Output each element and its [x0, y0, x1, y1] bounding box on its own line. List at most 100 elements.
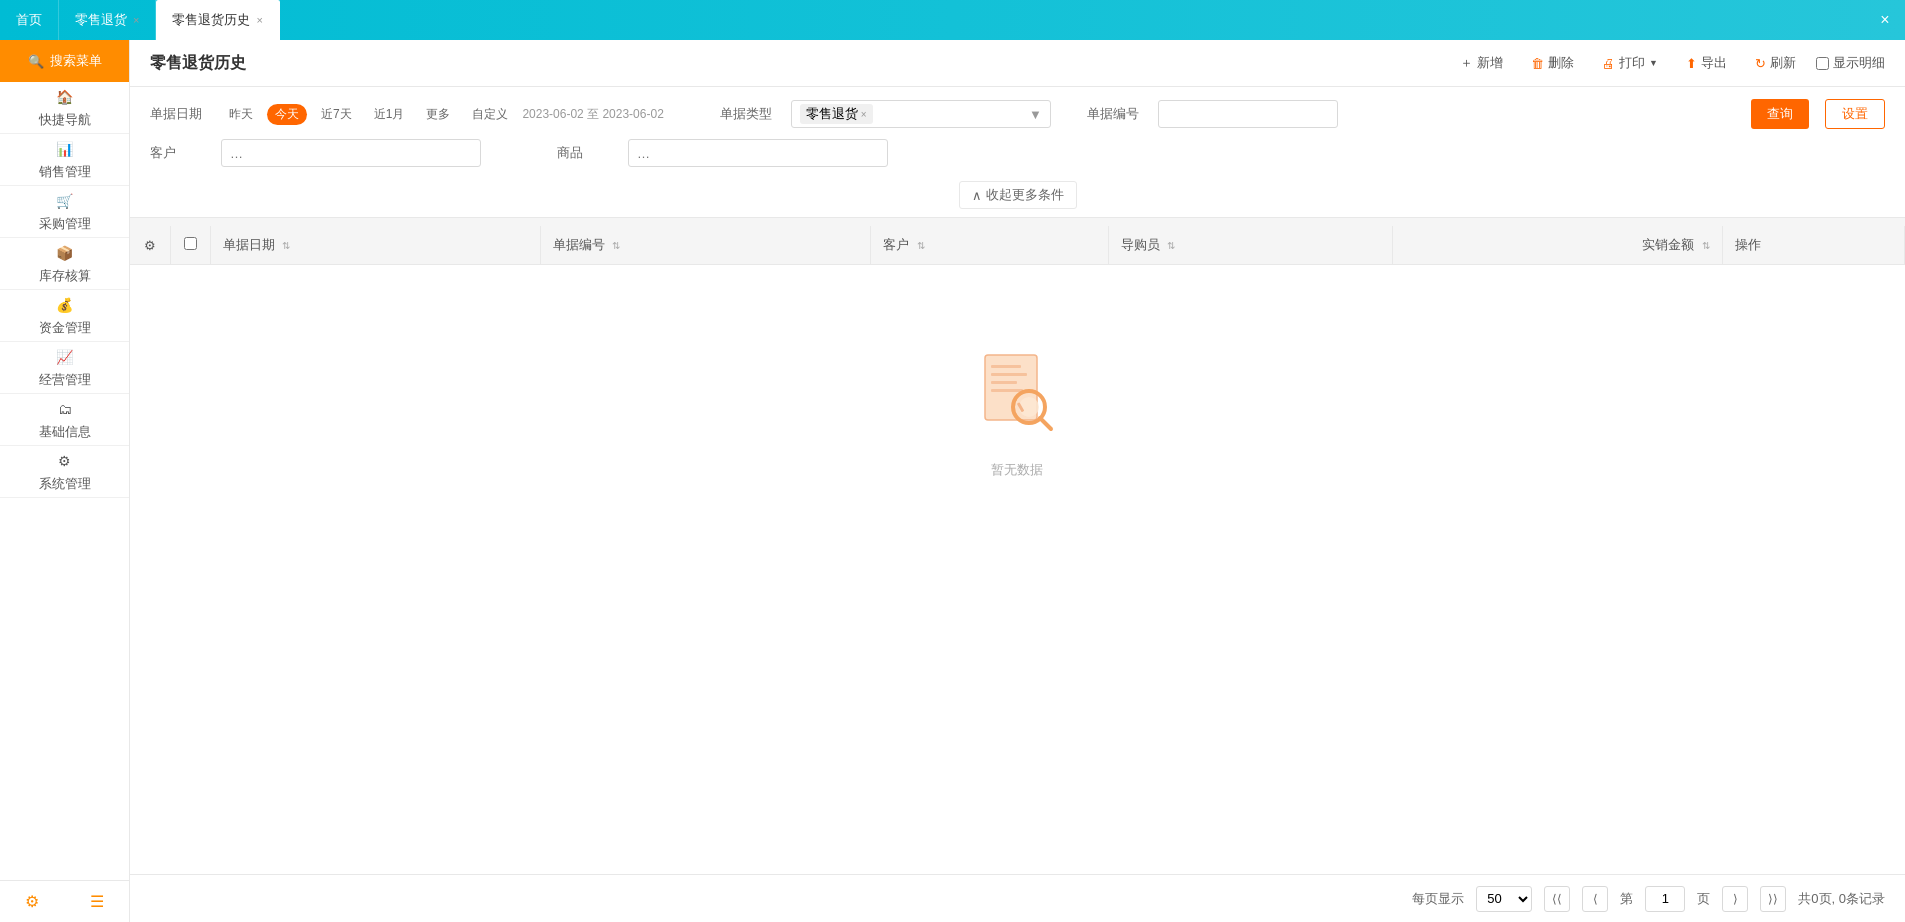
sidebar-search[interactable]: 🔍 搜索菜单 — [0, 40, 129, 82]
main-layout: 🔍 搜索菜单 🏠 快捷导航 📊 销售管理 🛒 采购管理 📦 库存核算 💰 — [0, 40, 1905, 922]
data-table: ⚙ 单据日期 ⇅ 单据编号 ⇅ 客户 ⇅ — [130, 226, 1905, 559]
last-page-button[interactable]: ⟩⟩ — [1760, 886, 1786, 912]
tab-retail-return-history[interactable]: 零售退货历史 × — [156, 0, 279, 40]
th-amount[interactable]: 实销金额 ⇅ — [1392, 226, 1722, 265]
sidebar-item-basic-info[interactable]: 🗂 基础信息 — [0, 394, 129, 446]
tab-retail-return-history-close[interactable]: × — [256, 14, 262, 26]
per-page-label: 每页显示 — [1412, 890, 1464, 908]
sidebar-item-system[interactable]: ⚙ 系统管理 — [0, 446, 129, 498]
date-range-display: 2023-06-02 至 2023-06-02 — [522, 106, 663, 123]
type-filter-input[interactable]: 零售退货 × ▼ — [791, 100, 1051, 128]
number-filter-label: 单据编号 — [1087, 105, 1142, 123]
collapse-label: 收起更多条件 — [986, 186, 1064, 204]
sidebar-item-operations[interactable]: 📈 经营管理 — [0, 342, 129, 394]
page-title: 零售退货历史 — [150, 53, 246, 74]
date-btn-1month[interactable]: 近1月 — [366, 104, 413, 125]
tab-home[interactable]: 首页 — [0, 0, 59, 40]
type-tag-value: 零售退货 — [806, 105, 858, 123]
new-button[interactable]: ＋ 新增 — [1452, 50, 1511, 76]
window-close-button[interactable]: × — [1865, 0, 1905, 40]
svg-rect-1 — [991, 365, 1021, 368]
customer-filter-input[interactable] — [221, 139, 481, 167]
svg-rect-3 — [991, 381, 1017, 384]
next-page-button[interactable]: ⟩ — [1722, 886, 1748, 912]
export-button[interactable]: ⬆ 导出 — [1678, 50, 1735, 76]
show-detail-checkbox-label[interactable]: 显示明细 — [1816, 54, 1885, 72]
sidebar-item-finance[interactable]: 💰 资金管理 — [0, 290, 129, 342]
number-filter-input[interactable] — [1158, 100, 1338, 128]
delete-button[interactable]: 🗑 删除 — [1523, 50, 1582, 76]
customer-sort-icon: ⇅ — [917, 240, 925, 251]
date-sort-icon: ⇅ — [282, 240, 290, 251]
basic-info-icon: 🗂 — [54, 398, 76, 420]
first-page-button[interactable]: ⟨⟨ — [1544, 886, 1570, 912]
page-label: 页 — [1697, 890, 1710, 908]
filter-row-2: 客户 商品 — [150, 139, 1885, 167]
date-btn-yesterday[interactable]: 昨天 — [221, 104, 261, 125]
refresh-icon: ↻ — [1755, 56, 1766, 71]
number-sort-icon: ⇅ — [612, 240, 620, 251]
sidebar-item-quick-nav-label: 快捷导航 — [39, 111, 91, 129]
query-button[interactable]: 查询 — [1751, 99, 1809, 129]
collapse-up-icon: ∧ — [972, 188, 982, 203]
sidebar-item-sales[interactable]: 📊 销售管理 — [0, 134, 129, 186]
system-icon: ⚙ — [54, 450, 76, 472]
th-checkbox — [170, 226, 210, 265]
amount-sort-icon: ⇅ — [1702, 240, 1710, 251]
date-filter-label: 单据日期 — [150, 105, 205, 123]
page-size-select[interactable]: 20 50 100 200 — [1476, 886, 1532, 912]
sidebar-item-sales-label: 销售管理 — [39, 163, 91, 181]
date-btn-7days[interactable]: 近7天 — [313, 104, 360, 125]
svg-rect-2 — [991, 373, 1027, 376]
sidebar-item-finance-label: 资金管理 — [39, 319, 91, 337]
print-button[interactable]: 🖨 打印 ▼ — [1594, 50, 1666, 76]
sales-icon: 📊 — [54, 138, 76, 160]
pagination-bar: 每页显示 20 50 100 200 ⟨⟨ ⟨ 第 1 页 ⟩ ⟩⟩ 共0页, … — [130, 874, 1905, 922]
sidebar-menu-button[interactable]: ☰ — [90, 892, 104, 911]
th-action: 操作 — [1723, 226, 1905, 265]
export-icon: ⬆ — [1686, 56, 1697, 71]
th-settings[interactable]: ⚙ — [130, 226, 170, 265]
prev-page-button[interactable]: ⟨ — [1582, 886, 1608, 912]
tab-retail-return-close[interactable]: × — [133, 14, 139, 26]
operations-icon: 📈 — [54, 346, 76, 368]
svg-line-7 — [1040, 418, 1051, 429]
filter-area: 单据日期 昨天 今天 近7天 近1月 更多 自定义 2023-06-02 至 2… — [130, 87, 1905, 218]
refresh-button[interactable]: ↻ 刷新 — [1747, 50, 1804, 76]
table-header-row: ⚙ 单据日期 ⇅ 单据编号 ⇅ 客户 ⇅ — [130, 226, 1905, 265]
show-detail-checkbox[interactable] — [1816, 57, 1829, 70]
table-body: 暂无数据 — [130, 265, 1905, 560]
th-date[interactable]: 单据日期 ⇅ — [210, 226, 540, 265]
th-guide[interactable]: 导购员 ⇅ — [1108, 226, 1392, 265]
select-all-checkbox[interactable] — [184, 237, 197, 250]
th-number[interactable]: 单据编号 ⇅ — [540, 226, 870, 265]
settings-button[interactable]: 设置 — [1825, 99, 1885, 129]
show-detail-label: 显示明细 — [1833, 54, 1885, 72]
date-btn-more[interactable]: 更多 — [418, 104, 458, 125]
date-btn-custom[interactable]: 自定义 — [464, 104, 516, 125]
sidebar-item-inventory[interactable]: 📦 库存核算 — [0, 238, 129, 290]
top-bar: 首页 零售退货 × 零售退货历史 × × — [0, 0, 1905, 40]
customer-filter-label: 客户 — [150, 144, 205, 162]
tab-retail-return-label: 零售退货 — [75, 11, 127, 29]
sidebar-item-purchase[interactable]: 🛒 采购管理 — [0, 186, 129, 238]
sidebar-item-basic-info-label: 基础信息 — [39, 423, 91, 441]
content-area: 零售退货历史 ＋ 新增 🗑 删除 🖨 打印 ▼ ⬆ 导出 — [130, 40, 1905, 922]
goods-filter-input[interactable] — [628, 139, 888, 167]
type-tag-close[interactable]: × — [861, 109, 867, 120]
page-number-input[interactable]: 1 — [1645, 886, 1685, 912]
empty-state-row: 暂无数据 — [130, 265, 1905, 560]
date-btn-today[interactable]: 今天 — [267, 104, 307, 125]
sidebar-nav: 🏠 快捷导航 📊 销售管理 🛒 采购管理 📦 库存核算 💰 资金管理 📈 — [0, 82, 129, 880]
empty-state-cell: 暂无数据 — [130, 265, 1905, 560]
tab-retail-return[interactable]: 零售退货 × — [59, 0, 156, 40]
svg-rect-4 — [991, 389, 1023, 392]
table-area: ⚙ 单据日期 ⇅ 单据编号 ⇅ 客户 ⇅ — [130, 226, 1905, 874]
sidebar-item-quick-nav[interactable]: 🏠 快捷导航 — [0, 82, 129, 134]
page-word: 第 — [1620, 890, 1633, 908]
new-label: 新增 — [1477, 54, 1503, 72]
th-customer[interactable]: 客户 ⇅ — [871, 226, 1109, 265]
collapse-button[interactable]: ∧ 收起更多条件 — [959, 181, 1077, 209]
sidebar-settings-button[interactable]: ⚙ — [25, 892, 39, 911]
guide-sort-icon: ⇅ — [1167, 240, 1175, 251]
